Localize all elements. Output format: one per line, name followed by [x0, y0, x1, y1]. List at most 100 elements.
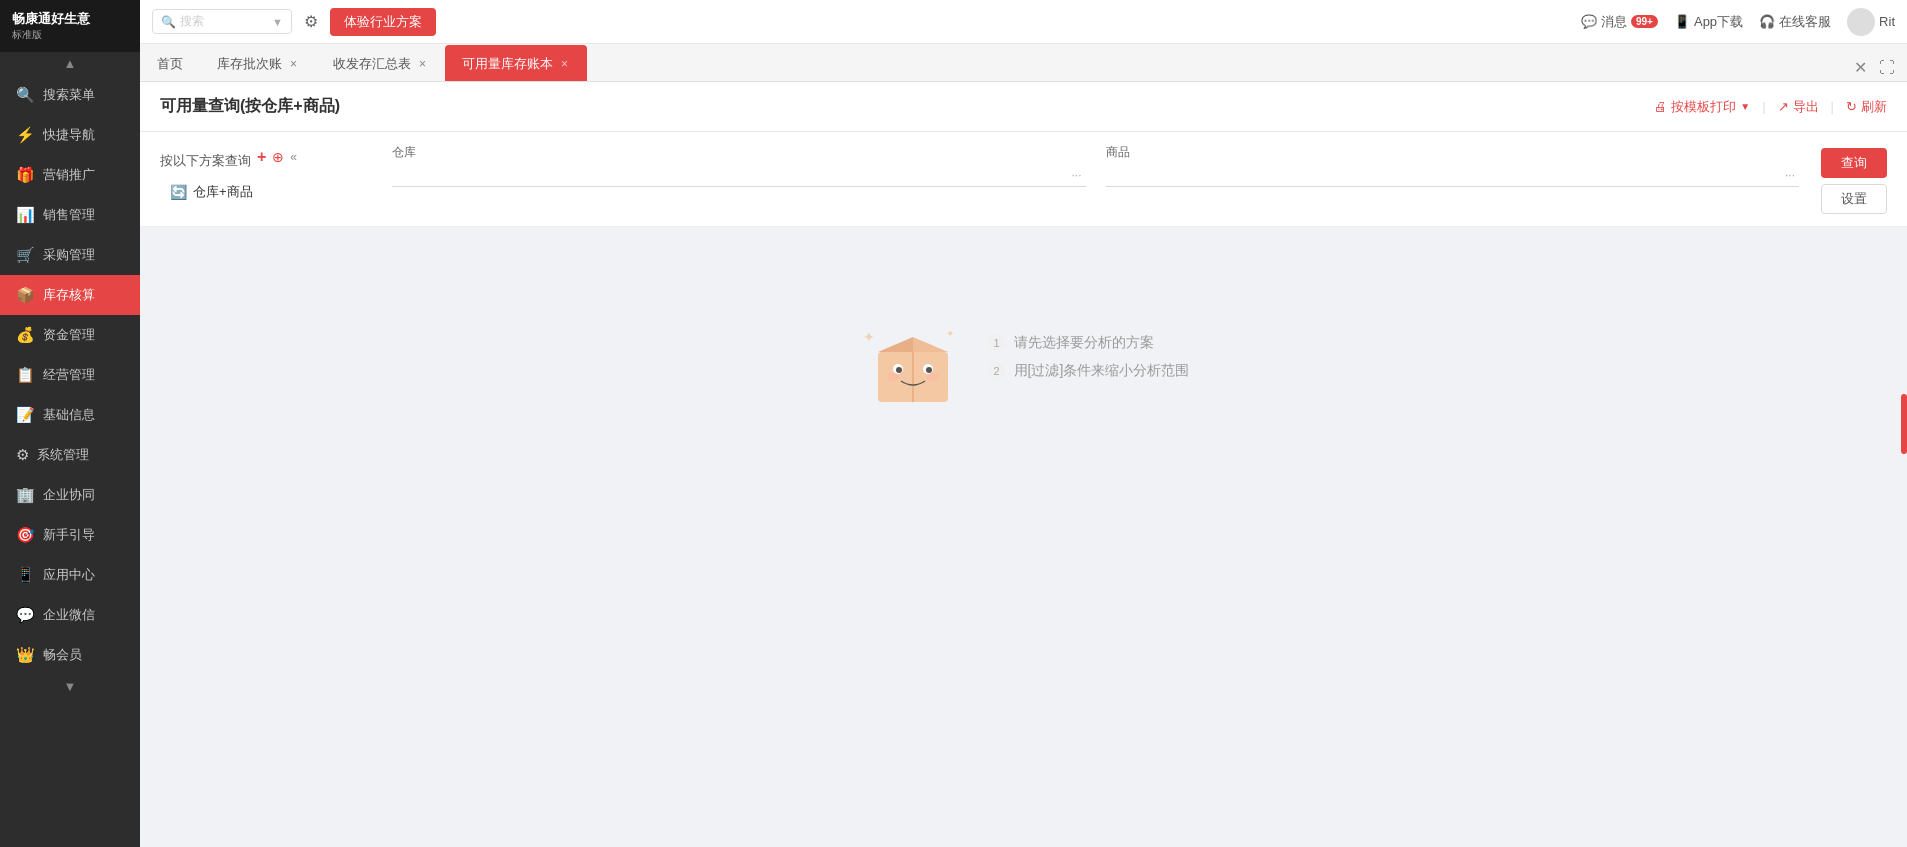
- scheme-item-warehouse-product[interactable]: 🔄 仓库+商品: [160, 178, 360, 206]
- filter-label: 按以下方案查询: [160, 144, 251, 170]
- sidebar-item-appcenter[interactable]: 📱 应用中心: [0, 555, 140, 595]
- tab-collect-close[interactable]: ×: [417, 57, 428, 71]
- tab-home[interactable]: 首页: [140, 45, 200, 81]
- dropdown-icon: ▼: [272, 16, 283, 28]
- tab-batch[interactable]: 库存批次账 ×: [200, 45, 316, 81]
- refresh-icon: ↻: [1846, 99, 1857, 114]
- empty-state-inner: ✦ ✦ · 1 请先选择要分析的方案 2 用[过滤]条件来缩小分析范围: [858, 307, 1190, 407]
- online-service-btn[interactable]: 🎧 在线客服: [1759, 13, 1831, 31]
- refresh-btn[interactable]: ↻ 刷新: [1846, 98, 1887, 116]
- svg-marker-1: [878, 337, 913, 352]
- svg-point-8: [887, 373, 899, 381]
- sidebar-item-marketing[interactable]: 🎁 营销推广: [0, 155, 140, 195]
- enterprise-icon: 🏢: [16, 486, 35, 504]
- sidebar-item-purchase[interactable]: 🛒 采购管理: [0, 235, 140, 275]
- print-label: 按模板打印: [1671, 98, 1736, 116]
- product-more-btn[interactable]: ···: [1781, 168, 1799, 182]
- tip-2: 2 用[过滤]条件来缩小分析范围: [988, 362, 1190, 380]
- sidebar-item-system[interactable]: ⚙ 系统管理: [0, 435, 140, 475]
- user-name: Rit: [1879, 14, 1895, 29]
- right-scroll-indicator: [1901, 394, 1907, 454]
- inventory-icon: 📦: [16, 286, 35, 304]
- avatar: [1847, 8, 1875, 36]
- export-btn[interactable]: ↗ 导出: [1778, 98, 1819, 116]
- tab-batch-label: 库存批次账: [217, 55, 282, 73]
- appcenter-icon: 📱: [16, 566, 35, 584]
- sidebar-item-operation[interactable]: 📋 经营管理: [0, 355, 140, 395]
- tab-available[interactable]: 可用量库存账本 ×: [445, 45, 587, 81]
- svg-text:✦: ✦: [946, 328, 954, 339]
- query-btn[interactable]: 查询: [1821, 148, 1887, 178]
- app-download-btn[interactable]: 📱 App下载: [1674, 13, 1743, 31]
- marketing-icon: 🎁: [16, 166, 35, 184]
- svg-point-9: [927, 373, 939, 381]
- sidebar: 畅康通好生意 标准版 ▲ 🔍 搜索菜单 ⚡ 快捷导航 🎁 营销推广 📊 销售管理…: [0, 0, 140, 847]
- quicknav-icon: ⚡: [16, 126, 35, 144]
- sidebar-item-label: 采购管理: [43, 246, 95, 264]
- svg-text:·: ·: [873, 355, 875, 364]
- tab-available-close[interactable]: ×: [559, 57, 570, 71]
- sidebar-item-quicknav[interactable]: ⚡ 快捷导航: [0, 115, 140, 155]
- purchase-icon: 🛒: [16, 246, 35, 264]
- tab-home-label: 首页: [157, 55, 183, 73]
- print-icon: 🖨: [1654, 99, 1667, 114]
- sidebar-item-member[interactable]: 👑 畅会员: [0, 635, 140, 675]
- gear-icon[interactable]: ⚙: [300, 8, 322, 35]
- industry-btn[interactable]: 体验行业方案: [330, 8, 436, 36]
- sidebar-item-search[interactable]: 🔍 搜索菜单: [0, 75, 140, 115]
- sidebar-scroll-up[interactable]: ▲: [0, 52, 140, 75]
- sidebar-item-sales[interactable]: 📊 销售管理: [0, 195, 140, 235]
- sidebar-item-label: 应用中心: [43, 566, 95, 584]
- product-input[interactable]: [1106, 163, 1781, 186]
- guide-icon: 🎯: [16, 526, 35, 544]
- tabs-bar: 首页 库存批次账 × 收发存汇总表 × 可用量库存账本 × ✕ ⛶: [140, 44, 1907, 82]
- sidebar-item-label: 快捷导航: [43, 126, 95, 144]
- tab-available-label: 可用量库存账本: [462, 55, 553, 73]
- sidebar-item-wechat[interactable]: 💬 企业微信: [0, 595, 140, 635]
- page-header: 可用量查询(按仓库+商品) 🖨 按模板打印 ▼ | ↗ 导出 | ↻ 刷新: [140, 82, 1907, 132]
- print-btn[interactable]: 🖨 按模板打印 ▼: [1654, 98, 1750, 116]
- system-icon: ⚙: [16, 446, 29, 464]
- filter-scheme-header: 按以下方案查询 + ⊕ «: [160, 144, 360, 170]
- svg-point-6: [896, 367, 902, 373]
- add-scheme-icon[interactable]: +: [257, 148, 266, 166]
- app-download-label: App下载: [1694, 13, 1743, 31]
- sidebar-item-guide[interactable]: 🎯 新手引导: [0, 515, 140, 555]
- brand-sub: 标准版: [12, 28, 128, 42]
- topbar-right: 💬 消息 99+ 📱 App下载 🎧 在线客服 Rit: [1581, 8, 1895, 36]
- topbar-search[interactable]: 🔍 搜索 ▼: [152, 9, 292, 34]
- tab-close-btn[interactable]: ✕: [1850, 54, 1871, 81]
- sidebar-item-label: 库存核算: [43, 286, 95, 304]
- sidebar-item-label: 系统管理: [37, 446, 89, 464]
- tip-num-1: 1: [988, 334, 1006, 352]
- sidebar-item-basic[interactable]: 📝 基础信息: [0, 395, 140, 435]
- search-icon: 🔍: [16, 86, 35, 104]
- warehouse-input[interactable]: [392, 163, 1067, 186]
- message-btn[interactable]: 💬 消息 99+: [1581, 13, 1658, 31]
- sidebar-item-finance[interactable]: 💰 资金管理: [0, 315, 140, 355]
- sidebar-header: 畅康通好生意 标准版: [0, 0, 140, 52]
- sidebar-item-inventory[interactable]: 📦 库存核算: [0, 275, 140, 315]
- empty-svg: ✦ ✦ ·: [858, 307, 968, 417]
- tab-batch-close[interactable]: ×: [288, 57, 299, 71]
- settings-scheme-icon[interactable]: ⊕: [272, 149, 284, 165]
- print-dropdown-icon: ▼: [1740, 101, 1750, 112]
- sidebar-scroll-down[interactable]: ▼: [0, 675, 140, 698]
- empty-illustration: ✦ ✦ ·: [858, 307, 958, 407]
- scheme-rotate-icon: 🔄: [170, 184, 187, 200]
- sales-icon: 📊: [16, 206, 35, 224]
- topbar: 🔍 搜索 ▼ ⚙ 体验行业方案 💬 消息 99+ 📱 App下载 🎧 在线客服 …: [140, 0, 1907, 44]
- sidebar-item-label: 销售管理: [43, 206, 95, 224]
- tab-collect[interactable]: 收发存汇总表 ×: [316, 45, 445, 81]
- warehouse-label: 仓库: [392, 144, 1086, 161]
- export-icon: ↗: [1778, 99, 1789, 114]
- warehouse-more-btn[interactable]: ···: [1067, 168, 1085, 182]
- tab-expand-btn[interactable]: ⛶: [1875, 55, 1899, 81]
- setting-btn[interactable]: 设置: [1821, 184, 1887, 214]
- tip-num-2: 2: [988, 362, 1006, 380]
- sidebar-item-enterprise[interactable]: 🏢 企业协同: [0, 475, 140, 515]
- tab-collect-label: 收发存汇总表: [333, 55, 411, 73]
- user-avatar-area[interactable]: Rit: [1847, 8, 1895, 36]
- separator1: |: [1762, 99, 1765, 114]
- collapse-icon[interactable]: «: [290, 150, 297, 164]
